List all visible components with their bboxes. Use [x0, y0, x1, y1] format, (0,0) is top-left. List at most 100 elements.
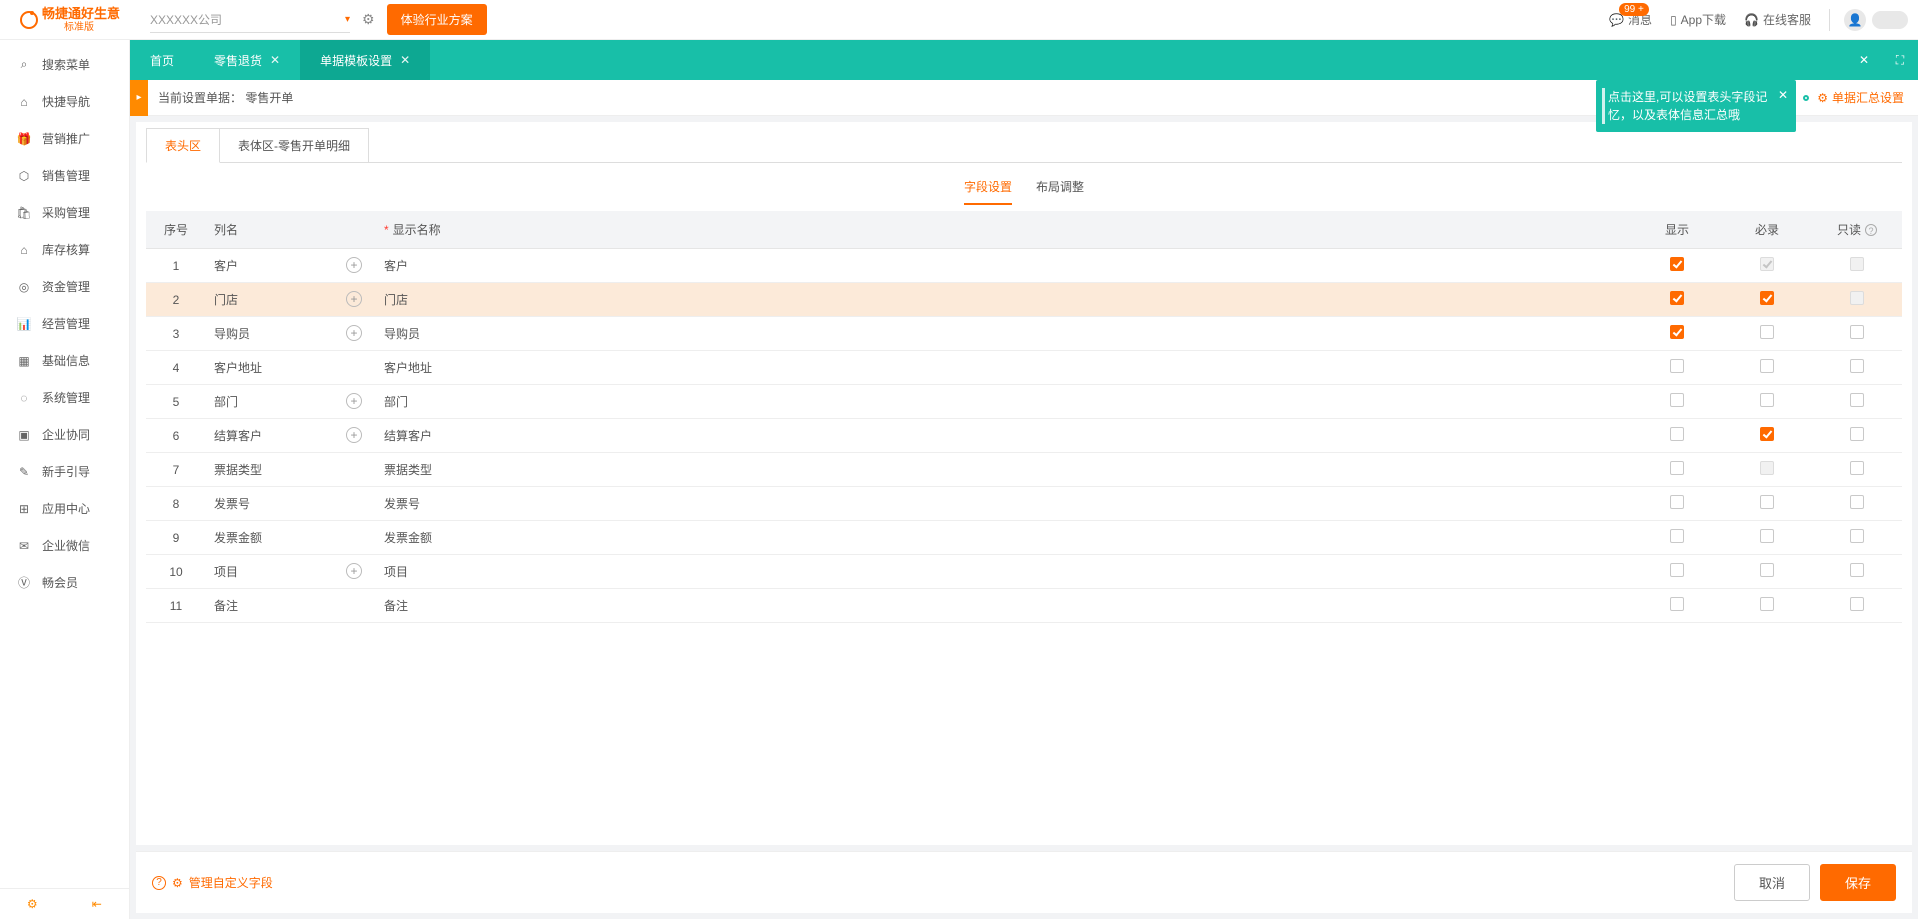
help-icon[interactable]: ? — [1865, 224, 1877, 236]
readonly-checkbox[interactable] — [1850, 461, 1864, 475]
page-tab-1[interactable]: 零售退货✕ — [194, 40, 300, 80]
fullscreen-button[interactable]: ⛶ — [1882, 40, 1918, 80]
show-checkbox[interactable] — [1670, 461, 1684, 475]
show-checkbox[interactable] — [1670, 393, 1684, 407]
required-checkbox[interactable] — [1760, 393, 1774, 407]
sidebar-item-3[interactable]: ⬡销售管理 — [0, 157, 129, 194]
cell-display-name[interactable]: 结算客户 — [376, 419, 1632, 453]
show-checkbox[interactable] — [1670, 257, 1684, 271]
sidebar-item-1[interactable]: ⌂快捷导航 — [0, 83, 129, 120]
table-row[interactable]: 11备注备注 — [146, 589, 1902, 623]
show-checkbox[interactable] — [1670, 291, 1684, 305]
show-checkbox[interactable] — [1670, 563, 1684, 577]
readonly-checkbox[interactable] — [1850, 325, 1864, 339]
show-checkbox[interactable] — [1670, 325, 1684, 339]
cell-display-name[interactable]: 发票号 — [376, 487, 1632, 521]
cell-display-name[interactable]: 导购员 — [376, 317, 1632, 351]
panel-tab-1[interactable]: 表体区-零售开单明细 — [219, 128, 369, 163]
add-icon[interactable]: + — [346, 257, 362, 273]
page-tab-2[interactable]: 单据模板设置✕ — [300, 40, 430, 80]
sidebar-item-14[interactable]: Ⓥ畅会员 — [0, 564, 129, 601]
required-checkbox[interactable] — [1760, 563, 1774, 577]
required-checkbox[interactable] — [1760, 495, 1774, 509]
table-row[interactable]: 1客户+客户 — [146, 249, 1902, 283]
required-checkbox[interactable] — [1760, 529, 1774, 543]
try-industry-button[interactable]: 体验行业方案 — [387, 4, 487, 35]
show-checkbox[interactable] — [1670, 359, 1684, 373]
table-row[interactable]: 5部门+部门 — [146, 385, 1902, 419]
readonly-checkbox[interactable] — [1850, 393, 1864, 407]
add-icon[interactable]: + — [346, 563, 362, 579]
readonly-checkbox[interactable] — [1850, 529, 1864, 543]
sidebar-item-8[interactable]: ▦基础信息 — [0, 342, 129, 379]
sidebar-item-12[interactable]: ⊞应用中心 — [0, 490, 129, 527]
sidebar-item-4[interactable]: 🛍采购管理 — [0, 194, 129, 231]
cell-display-name[interactable]: 票据类型 — [376, 453, 1632, 487]
table-row[interactable]: 10项目+项目 — [146, 555, 1902, 589]
sidebar-item-6[interactable]: ◎资金管理 — [0, 268, 129, 305]
save-button[interactable]: 保存 — [1820, 864, 1896, 901]
tab-close-icon[interactable]: ✕ — [400, 53, 410, 67]
table-row[interactable]: 3导购员+导购员 — [146, 317, 1902, 351]
show-checkbox[interactable] — [1670, 597, 1684, 611]
app-download-link[interactable]: ▯ App下载 — [1670, 11, 1726, 28]
show-checkbox[interactable] — [1670, 529, 1684, 543]
readonly-checkbox[interactable] — [1850, 359, 1864, 373]
cell-display-name[interactable]: 项目 — [376, 555, 1632, 589]
support-link[interactable]: 🎧 在线客服 — [1744, 11, 1811, 28]
sidebar-item-7[interactable]: 📊经营管理 — [0, 305, 129, 342]
sidebar-item-11[interactable]: ✎新手引导 — [0, 453, 129, 490]
company-select[interactable]: XXXXXX公司 ▾ — [150, 7, 350, 33]
messages-badge: 99 + — [1619, 3, 1649, 16]
cell-display-name[interactable]: 部门 — [376, 385, 1632, 419]
readonly-checkbox[interactable] — [1850, 495, 1864, 509]
cancel-button[interactable]: 取消 — [1734, 864, 1810, 901]
tab-close-icon[interactable]: ✕ — [270, 53, 280, 67]
required-checkbox[interactable] — [1760, 427, 1774, 441]
table-row[interactable]: 7票据类型票据类型 — [146, 453, 1902, 487]
user-menu[interactable]: 👤 — [1829, 9, 1908, 31]
settings-gear-icon[interactable]: ⚙ — [362, 11, 375, 28]
info-collapse-toggle[interactable]: ▸ — [130, 80, 148, 116]
table-row[interactable]: 6结算客户+结算客户 — [146, 419, 1902, 453]
show-checkbox[interactable] — [1670, 427, 1684, 441]
sub-tab-1[interactable]: 布局调整 — [1036, 178, 1084, 205]
manage-custom-fields-link[interactable]: ? ⚙ 管理自定义字段 — [152, 874, 273, 891]
readonly-checkbox[interactable] — [1850, 597, 1864, 611]
table-row[interactable]: 4客户地址客户地址 — [146, 351, 1902, 385]
readonly-checkbox[interactable] — [1850, 427, 1864, 441]
sidebar-collapse-button[interactable]: ⇤ — [65, 889, 130, 919]
add-icon[interactable]: + — [346, 427, 362, 443]
messages-link[interactable]: 💬 消息 99 + — [1609, 11, 1652, 28]
required-checkbox[interactable] — [1760, 325, 1774, 339]
cell-display-name[interactable]: 备注 — [376, 589, 1632, 623]
required-checkbox[interactable] — [1760, 597, 1774, 611]
sub-tab-0[interactable]: 字段设置 — [964, 178, 1012, 205]
cell-display-name[interactable]: 客户 — [376, 249, 1632, 283]
required-checkbox[interactable] — [1760, 291, 1774, 305]
tooltip-close-button[interactable]: ✕ — [1778, 86, 1788, 104]
sidebar-item-0[interactable]: ⌕搜索菜单 — [0, 46, 129, 83]
table-row[interactable]: 9发票金额发票金额 — [146, 521, 1902, 555]
cell-col-name: 客户地址 — [206, 351, 376, 385]
add-icon[interactable]: + — [346, 325, 362, 341]
table-row[interactable]: 8发票号发票号 — [146, 487, 1902, 521]
close-all-tabs-button[interactable]: ✕ — [1846, 40, 1882, 80]
add-icon[interactable]: + — [346, 291, 362, 307]
sidebar-item-9[interactable]: ◌系统管理 — [0, 379, 129, 416]
add-icon[interactable]: + — [346, 393, 362, 409]
sidebar-item-5[interactable]: ⌂库存核算 — [0, 231, 129, 268]
cell-display-name[interactable]: 门店 — [376, 283, 1632, 317]
sidebar-item-10[interactable]: ▣企业协同 — [0, 416, 129, 453]
page-tab-0[interactable]: 首页 — [130, 40, 194, 80]
readonly-checkbox[interactable] — [1850, 563, 1864, 577]
show-checkbox[interactable] — [1670, 495, 1684, 509]
cell-display-name[interactable]: 客户地址 — [376, 351, 1632, 385]
panel-tab-0[interactable]: 表头区 — [146, 128, 220, 163]
required-checkbox[interactable] — [1760, 359, 1774, 373]
sidebar-settings-button[interactable]: ⚙ — [0, 889, 65, 919]
cell-display-name[interactable]: 发票金额 — [376, 521, 1632, 555]
sidebar-item-2[interactable]: 🎁营销推广 — [0, 120, 129, 157]
table-row[interactable]: 2门店+门店 — [146, 283, 1902, 317]
sidebar-item-13[interactable]: ✉企业微信 — [0, 527, 129, 564]
